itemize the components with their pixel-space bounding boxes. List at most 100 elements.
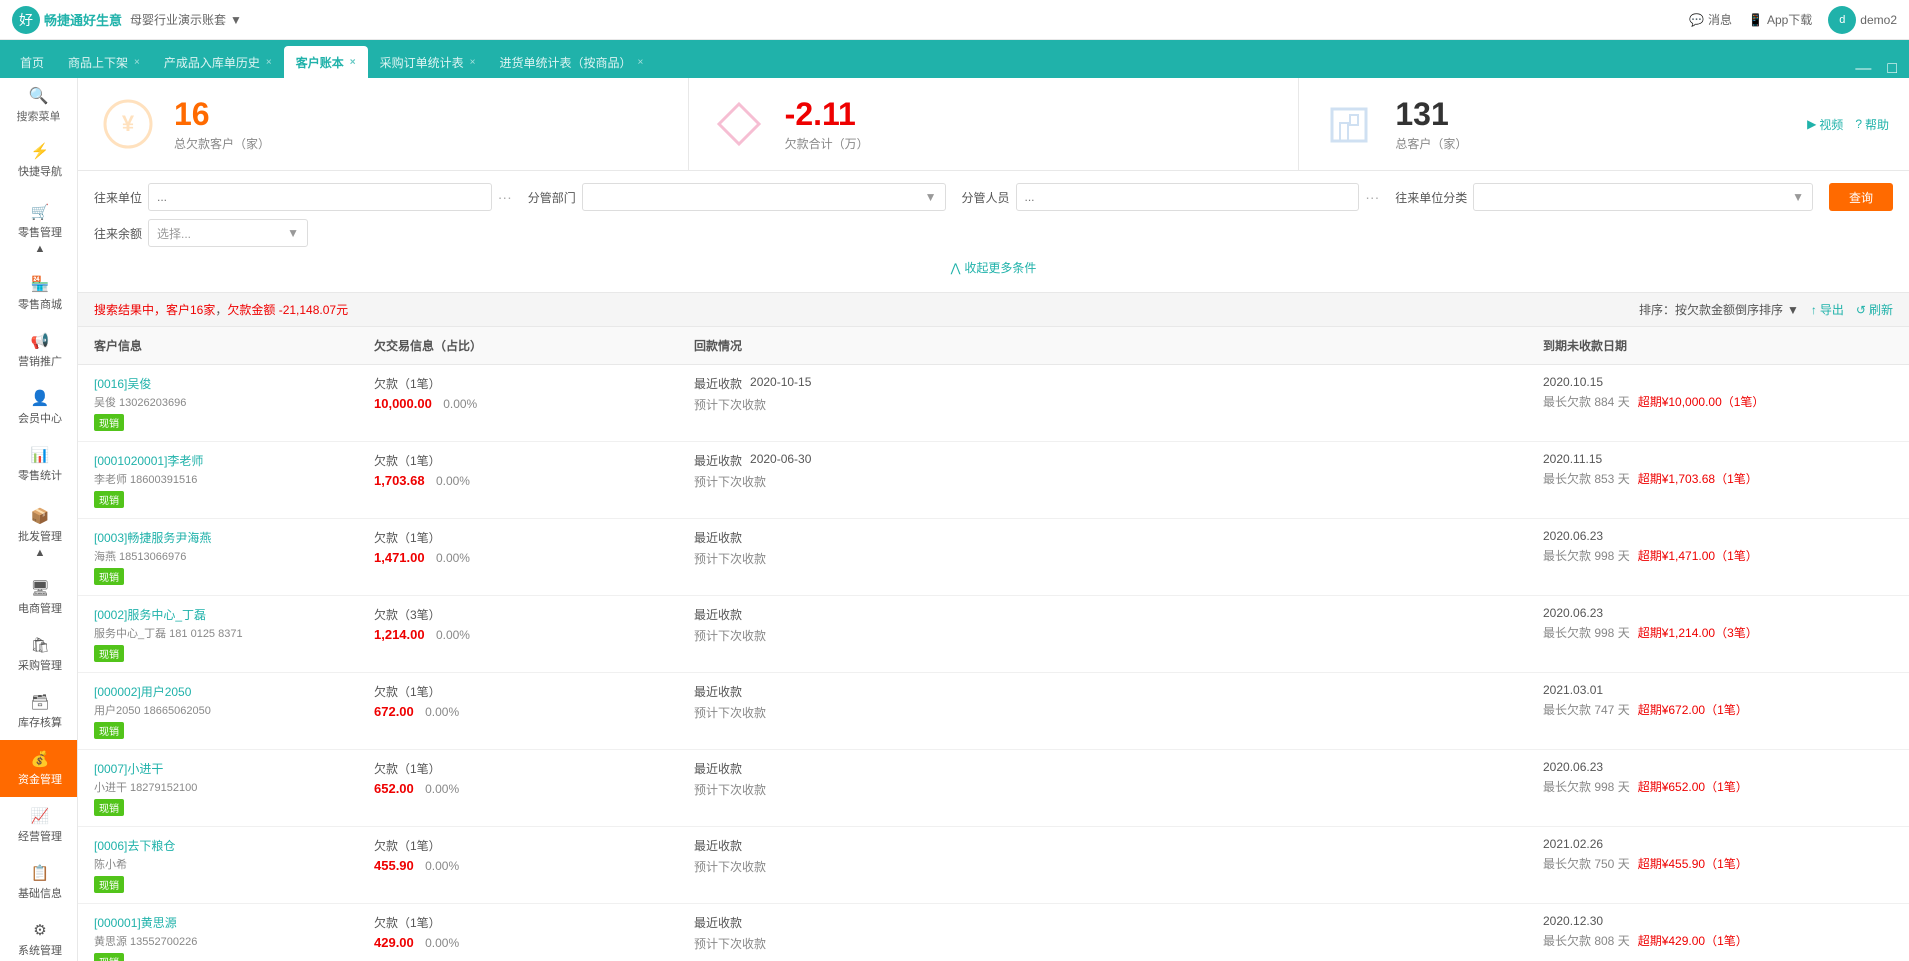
close-icon[interactable]: × xyxy=(637,57,643,68)
sidebar-search[interactable]: 🔍 搜索菜单 xyxy=(0,78,77,132)
debt-amount-1[interactable]: 1,703.68 xyxy=(374,473,425,488)
sidebar-item-member-center[interactable]: 👤 会员中心 xyxy=(0,379,77,436)
customer-name-4[interactable]: [000002]用户2050 xyxy=(94,683,374,700)
sidebar-item-retail-mgmt[interactable]: 🛒 零售管理 ▲ xyxy=(0,193,77,265)
help-btn[interactable]: ? 帮助 xyxy=(1855,116,1889,133)
customer-tag-4: 现销 xyxy=(94,722,124,739)
main-layout: 🔍 搜索菜单 ⚡ 快捷导航 🛒 零售管理 ▲ 🏪 零售商城 📢 营销推广 👤 会… xyxy=(0,78,1909,961)
sidebar-item-retail-mall[interactable]: 🏪 零售商城 xyxy=(0,265,77,322)
video-icon: ▶ xyxy=(1807,117,1816,131)
customer-name-5[interactable]: [0007]小进干 xyxy=(94,760,374,777)
messages-btn[interactable]: 💬 消息 xyxy=(1689,11,1732,28)
overdue-info-1: 最长欠款 853 天 超期¥1,703.68（1笔） xyxy=(1543,470,1893,487)
collapse-row[interactable]: ⋀ 收起更多条件 xyxy=(94,255,1893,280)
sort-control[interactable]: 排序：按欠款金额倒序排序 ▼ xyxy=(1639,301,1799,318)
overdue-amount-6[interactable]: 超期¥455.90（1笔） xyxy=(1638,855,1748,872)
due-date-main-3: 2020.06.23 xyxy=(1543,606,1893,620)
overdue-days-1: 最长欠款 853 天 xyxy=(1543,470,1630,487)
sidebar-item-quick-nav[interactable]: ⚡ 快捷导航 xyxy=(0,132,77,189)
customer-contact-0: 吴俊 13026203696 xyxy=(94,394,374,410)
debt-amount-7[interactable]: 429.00 xyxy=(374,935,414,950)
close-icon[interactable]: × xyxy=(470,57,476,68)
refresh-btn[interactable]: ↺ 刷新 xyxy=(1856,301,1893,318)
overdue-amount-2[interactable]: 超期¥1,471.00（1笔） xyxy=(1638,547,1758,564)
customer-tag-5: 现销 xyxy=(94,799,124,816)
tab-right-actions: — □ xyxy=(1851,60,1901,78)
next-pay-row-5: 预计下次收款 xyxy=(694,781,1543,798)
filter-manager: 分管人员 ··· xyxy=(962,183,1380,211)
sidebar-item-inventory[interactable]: 🗃 库存核算 xyxy=(0,683,77,740)
sidebar-item-ecommerce[interactable]: 🖥 电商管理 xyxy=(0,569,77,626)
tab-purchase-order[interactable]: 采购订单统计表 × xyxy=(368,46,488,78)
overdue-days-0: 最长欠款 884 天 xyxy=(1543,393,1630,410)
sidebar-item-retail-stat[interactable]: 📊 零售统计 xyxy=(0,436,77,493)
close-icon[interactable]: × xyxy=(350,57,356,68)
unit-category-select[interactable]: ▼ xyxy=(1473,183,1813,211)
debt-amount-5[interactable]: 652.00 xyxy=(374,781,414,796)
user-avatar-area[interactable]: d demo2 xyxy=(1828,6,1897,34)
sidebar-item-batch-mgmt[interactable]: 📦 批发管理 ▲ xyxy=(0,497,77,569)
manager-input[interactable] xyxy=(1016,183,1360,211)
return-info-6: 最近收款 预计下次收款 xyxy=(694,837,1543,879)
from-unit-dots[interactable]: ··· xyxy=(498,189,512,205)
return-info-0: 最近收款 2020-10-15 预计下次收款 xyxy=(694,375,1543,417)
debt-amount-3[interactable]: 1,214.00 xyxy=(374,627,425,642)
chevron-down-icon-bal: ▼ xyxy=(287,226,299,240)
customer-name-3[interactable]: [0002]服务中心_丁磊 xyxy=(94,606,374,623)
customer-info-6: [0006]去下粮仓 陈小希 现销 xyxy=(94,837,374,893)
tab-products-online[interactable]: 商品上下架 × xyxy=(56,46,152,78)
manager-dots[interactable]: ··· xyxy=(1365,189,1379,205)
industry-select[interactable]: 母婴行业演示账套 ▼ xyxy=(130,11,242,28)
sidebar-item-basic-info[interactable]: 📋 基础信息 xyxy=(0,854,77,911)
due-date-main-0: 2020.10.15 xyxy=(1543,375,1893,389)
overdue-amount-5[interactable]: 超期¥652.00（1笔） xyxy=(1638,778,1748,795)
department-label: 分管部门 xyxy=(528,189,576,206)
chevron-down-icon-dept: ▼ xyxy=(925,190,937,204)
last-pay-row-4: 最近收款 xyxy=(694,683,1543,700)
customer-name-6[interactable]: [0006]去下粮仓 xyxy=(94,837,374,854)
department-select[interactable]: ▼ xyxy=(582,183,946,211)
batch-icon: 📦 xyxy=(31,507,50,525)
tab-goods-stat[interactable]: 进货单统计表（按商品） × xyxy=(487,46,655,78)
maximize-icon[interactable]: □ xyxy=(1883,60,1901,78)
debt-amount-2[interactable]: 1,471.00 xyxy=(374,550,425,565)
overdue-amount-0[interactable]: 超期¥10,000.00（1笔） xyxy=(1638,393,1765,410)
top-right: 💬 消息 📱 App下载 d demo2 xyxy=(1689,6,1897,34)
customer-contact-1: 李老师 18600391516 xyxy=(94,471,374,487)
sidebar-item-purchase-mgmt[interactable]: 🛍 采购管理 xyxy=(0,626,77,683)
overdue-days-3: 最长欠款 998 天 xyxy=(1543,624,1630,641)
sidebar-item-sys-mgmt[interactable]: ⚙ 系统管理 xyxy=(0,911,77,961)
debt-info-1: 欠款（1笔） 1,703.68 0.00% xyxy=(374,452,694,488)
from-unit-input[interactable] xyxy=(148,183,492,211)
debt-amount-4[interactable]: 672.00 xyxy=(374,704,414,719)
tab-home[interactable]: 首页 xyxy=(8,46,56,78)
close-icon[interactable]: × xyxy=(134,57,140,68)
export-btn[interactable]: ↑ 导出 xyxy=(1811,301,1844,318)
query-button[interactable]: 查询 xyxy=(1829,183,1893,211)
last-pay-row-6: 最近收款 xyxy=(694,837,1543,854)
video-help-btn[interactable]: ▶ 视频 xyxy=(1807,116,1843,133)
tab-customer-account[interactable]: 客户账本 × xyxy=(284,46,368,78)
sidebar-item-ops-mgmt[interactable]: 📈 经营管理 xyxy=(0,797,77,854)
customer-name-7[interactable]: [000001]黄思源 xyxy=(94,914,374,931)
minimize-icon[interactable]: — xyxy=(1851,60,1875,78)
customer-name-2[interactable]: [0003]畅捷服务尹海燕 xyxy=(94,529,374,546)
debt-count-3: 欠款（3笔） xyxy=(374,606,694,623)
inventory-icon: 🗃 xyxy=(30,693,49,711)
sidebar-item-marketing[interactable]: 📢 营销推广 xyxy=(0,322,77,379)
debt-amount-0[interactable]: 10,000.00 xyxy=(374,396,432,411)
tab-bar: 首页 商品上下架 × 产成品入库单历史 × 客户账本 × 采购订单统计表 × 进… xyxy=(0,40,1909,78)
customer-name-1[interactable]: [0001020001]李老师 xyxy=(94,452,374,469)
overdue-amount-1[interactable]: 超期¥1,703.68（1笔） xyxy=(1638,470,1758,487)
close-icon[interactable]: × xyxy=(266,57,272,68)
tab-product-history[interactable]: 产成品入库单历史 × xyxy=(152,46,284,78)
overdue-amount-7[interactable]: 超期¥429.00（1笔） xyxy=(1638,932,1748,949)
sidebar-item-finance[interactable]: 💰 资金管理 xyxy=(0,740,77,797)
last-pay-row-1: 最近收款 2020-06-30 xyxy=(694,452,1543,469)
app-download-btn[interactable]: 📱 App下载 xyxy=(1748,11,1812,28)
overdue-amount-4[interactable]: 超期¥672.00（1笔） xyxy=(1638,701,1748,718)
customer-name-0[interactable]: [0016]吴俊 xyxy=(94,375,374,392)
balance-select[interactable]: 选择... ▼ xyxy=(148,219,308,247)
overdue-amount-3[interactable]: 超期¥1,214.00（3笔） xyxy=(1638,624,1758,641)
debt-amount-6[interactable]: 455.90 xyxy=(374,858,414,873)
